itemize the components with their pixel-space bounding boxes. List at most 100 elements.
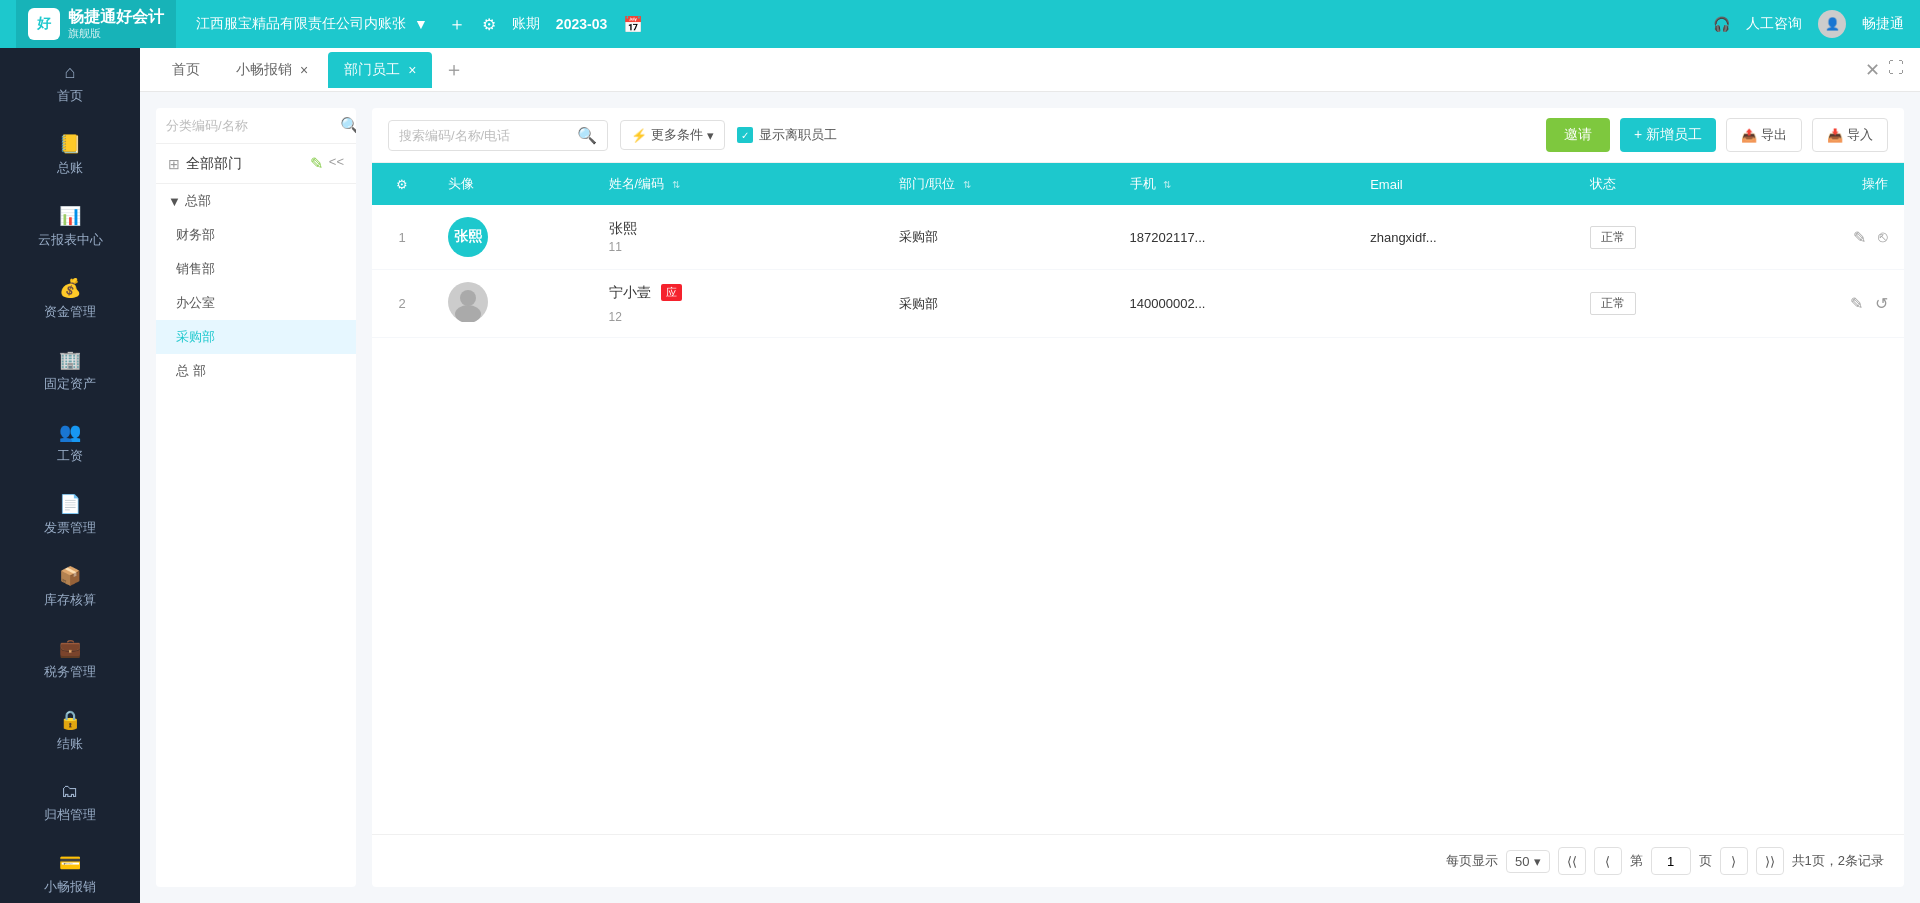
sidebar-item-archive[interactable]: 🗂 归档管理 xyxy=(0,767,140,838)
dept-item-bangongshi[interactable]: 办公室 xyxy=(156,286,356,320)
dept-item-caiwu[interactable]: 财务部 xyxy=(156,218,356,252)
main-layout: ⌂ 首页 📒 总账 📊 云报表中心 💰 资金管理 🏢 固定资产 👥 工资 📄 发… xyxy=(0,48,1920,903)
window-expand-icon[interactable]: ⛶ xyxy=(1888,59,1904,81)
row2-code: 12 xyxy=(609,310,868,324)
employee-search-input[interactable] xyxy=(399,128,571,143)
asset-icon: 🏢 xyxy=(59,349,81,371)
dept-item-label-caiwu: 财务部 xyxy=(176,227,215,242)
sidebar-item-tax[interactable]: 💼 税务管理 xyxy=(0,623,140,695)
app-sub: 旗舰版 xyxy=(68,26,164,41)
page-number-prefix: 第 xyxy=(1630,852,1643,870)
sidebar-item-close[interactable]: 🔒 结账 xyxy=(0,695,140,767)
tab-employee-close[interactable]: × xyxy=(408,63,416,77)
col-phone[interactable]: 手机 ⇅ xyxy=(1114,163,1355,205)
per-page-label: 每页显示 xyxy=(1446,852,1498,870)
dept-search-icon[interactable]: 🔍 xyxy=(340,116,356,135)
row1-dept: 采购部 xyxy=(883,205,1113,270)
tab-expense-label: 小畅报销 xyxy=(236,61,292,79)
status-badge-1: 正常 xyxy=(1590,226,1636,249)
tab-expense[interactable]: 小畅报销 × xyxy=(220,52,324,88)
sidebar-label-tax: 税务管理 xyxy=(44,663,96,681)
dept-edit-icon[interactable]: ✎ xyxy=(310,154,323,173)
col-dept-position[interactable]: 部门/职位 ⇅ xyxy=(883,163,1113,205)
dept-group-zongbu[interactable]: ▼ 总部 xyxy=(156,184,356,218)
col-settings[interactable]: ⚙ xyxy=(372,163,432,205)
employee-search-icon[interactable]: 🔍 xyxy=(577,126,597,145)
last-page-button[interactable]: ⟩⟩ xyxy=(1756,847,1784,875)
header-right: 🎧 人工咨询 👤 畅捷通 xyxy=(1713,10,1904,38)
table-header-row: ⚙ 头像 姓名/编码 ⇅ xyxy=(372,163,1904,205)
tab-employee-label: 部门员工 xyxy=(344,61,400,79)
col-name-code[interactable]: 姓名/编码 ⇅ xyxy=(593,163,884,205)
tab-bar: 首页 小畅报销 × 部门员工 × ＋ ✕ ⛶ xyxy=(140,48,1920,92)
row1-logout-icon[interactable]: ⎋ xyxy=(1878,228,1888,247)
filter-icon: ⚡ xyxy=(631,128,647,143)
tab-home[interactable]: 首页 xyxy=(156,52,216,88)
consult-label[interactable]: 人工咨询 xyxy=(1746,15,1802,33)
invite-button[interactable]: 邀请 xyxy=(1546,118,1610,152)
add-icon[interactable]: ＋ xyxy=(448,12,466,36)
next-page-icon: ⟩ xyxy=(1731,854,1736,869)
filter-button[interactable]: ⚡ 更多条件 ▾ xyxy=(620,120,725,150)
per-page-select[interactable]: 50 ▾ xyxy=(1506,850,1549,873)
dept-item-xiaoshou[interactable]: 销售部 xyxy=(156,252,356,286)
sidebar-item-home[interactable]: ⌂ 首页 xyxy=(0,48,140,119)
sidebar-item-fund[interactable]: 💰 资金管理 xyxy=(0,263,140,335)
row2-edit-icon[interactable]: ✎ xyxy=(1850,294,1863,313)
dept-search-input[interactable] xyxy=(166,118,334,133)
period-value: 2023-03 xyxy=(556,16,607,32)
page-label: 页 xyxy=(1699,852,1712,870)
sidebar-item-invoice[interactable]: 📄 发票管理 xyxy=(0,479,140,551)
employee-search-box: 🔍 xyxy=(388,120,608,151)
filter-dropdown-icon: ▾ xyxy=(707,128,714,143)
settings-icon[interactable]: ⚙ xyxy=(482,15,496,34)
row1-edit-icon[interactable]: ✎ xyxy=(1853,228,1866,247)
import-button[interactable]: 📥 导入 xyxy=(1812,118,1888,152)
table-row: 1 张熙 张熙 11 xyxy=(372,205,1904,270)
app-title-group: 畅捷通好会计 旗舰版 xyxy=(68,7,164,41)
row1-code: 11 xyxy=(609,240,868,254)
row2-delete-icon[interactable]: ↺ xyxy=(1875,294,1888,313)
add-employee-button[interactable]: + 新增员工 xyxy=(1620,118,1716,152)
col-email: Email xyxy=(1354,163,1574,205)
page-number-input[interactable] xyxy=(1651,847,1691,875)
sort-dept-icon: ⇅ xyxy=(963,179,971,190)
collapse-arrow-icon: ▼ xyxy=(168,194,181,209)
sidebar-item-ledger[interactable]: 📒 总账 xyxy=(0,119,140,191)
dept-item-caigou[interactable]: 采购部 xyxy=(156,320,356,354)
sidebar-item-inventory[interactable]: 📦 库存核算 xyxy=(0,551,140,623)
sidebar-item-salary[interactable]: 👥 工资 xyxy=(0,407,140,479)
first-page-button[interactable]: ⟨⟨ xyxy=(1558,847,1586,875)
dept-item-zongbu-sub[interactable]: 总 部 xyxy=(156,354,356,388)
table-row: 2 xyxy=(372,270,1904,338)
company-selector[interactable]: 江西服宝精品有限责任公司内账张 ▼ xyxy=(196,15,428,33)
show-leave-checkbox[interactable]: ✓ xyxy=(737,127,753,143)
prev-page-button[interactable]: ⟨ xyxy=(1594,847,1622,875)
row1-name-code: 张熙 11 xyxy=(593,205,884,270)
content-main: 🔍 ⊞ 全部部门 ✎ << ▼ 总部 财务部 xyxy=(140,92,1920,903)
sidebar-label-close: 结账 xyxy=(57,735,83,753)
sidebar-item-asset[interactable]: 🏢 固定资产 xyxy=(0,335,140,407)
user-avatar: 👤 xyxy=(1818,10,1846,38)
dept-all-header[interactable]: ⊞ 全部部门 ✎ << xyxy=(156,144,356,184)
export-button[interactable]: 📤 导出 xyxy=(1726,118,1802,152)
grid-icon: ⊞ xyxy=(168,156,180,172)
employee-data-table: ⚙ 头像 姓名/编码 ⇅ xyxy=(372,163,1904,338)
tab-employee[interactable]: 部门员工 × xyxy=(328,52,432,88)
company-name: 江西服宝精品有限责任公司内账张 xyxy=(196,15,406,33)
col-avatar: 头像 xyxy=(432,163,593,205)
col-status: 状态 xyxy=(1574,163,1748,205)
per-page-value: 50 xyxy=(1515,854,1529,869)
top-header: 好 畅捷通好会计 旗舰版 江西服宝精品有限责任公司内账张 ▼ ＋ ⚙ 账期 20… xyxy=(0,0,1920,48)
dept-collapse-btn[interactable]: << xyxy=(329,154,344,173)
row2-email xyxy=(1354,270,1574,338)
export-icon: 📤 xyxy=(1741,128,1757,143)
sidebar-item-expense[interactable]: 💳 小畅报销 xyxy=(0,838,140,903)
tab-expense-close[interactable]: × xyxy=(300,63,308,77)
tab-add-button[interactable]: ＋ xyxy=(436,56,472,83)
sidebar-item-report[interactable]: 📊 云报表中心 xyxy=(0,191,140,263)
employee-toolbar: 🔍 ⚡ 更多条件 ▾ ✓ 显示离职员工 邀请 + 新增员工 xyxy=(372,108,1904,163)
next-page-button[interactable]: ⟩ xyxy=(1720,847,1748,875)
window-close-icon[interactable]: ✕ xyxy=(1865,59,1880,81)
calendar-icon[interactable]: 📅 xyxy=(623,15,643,34)
